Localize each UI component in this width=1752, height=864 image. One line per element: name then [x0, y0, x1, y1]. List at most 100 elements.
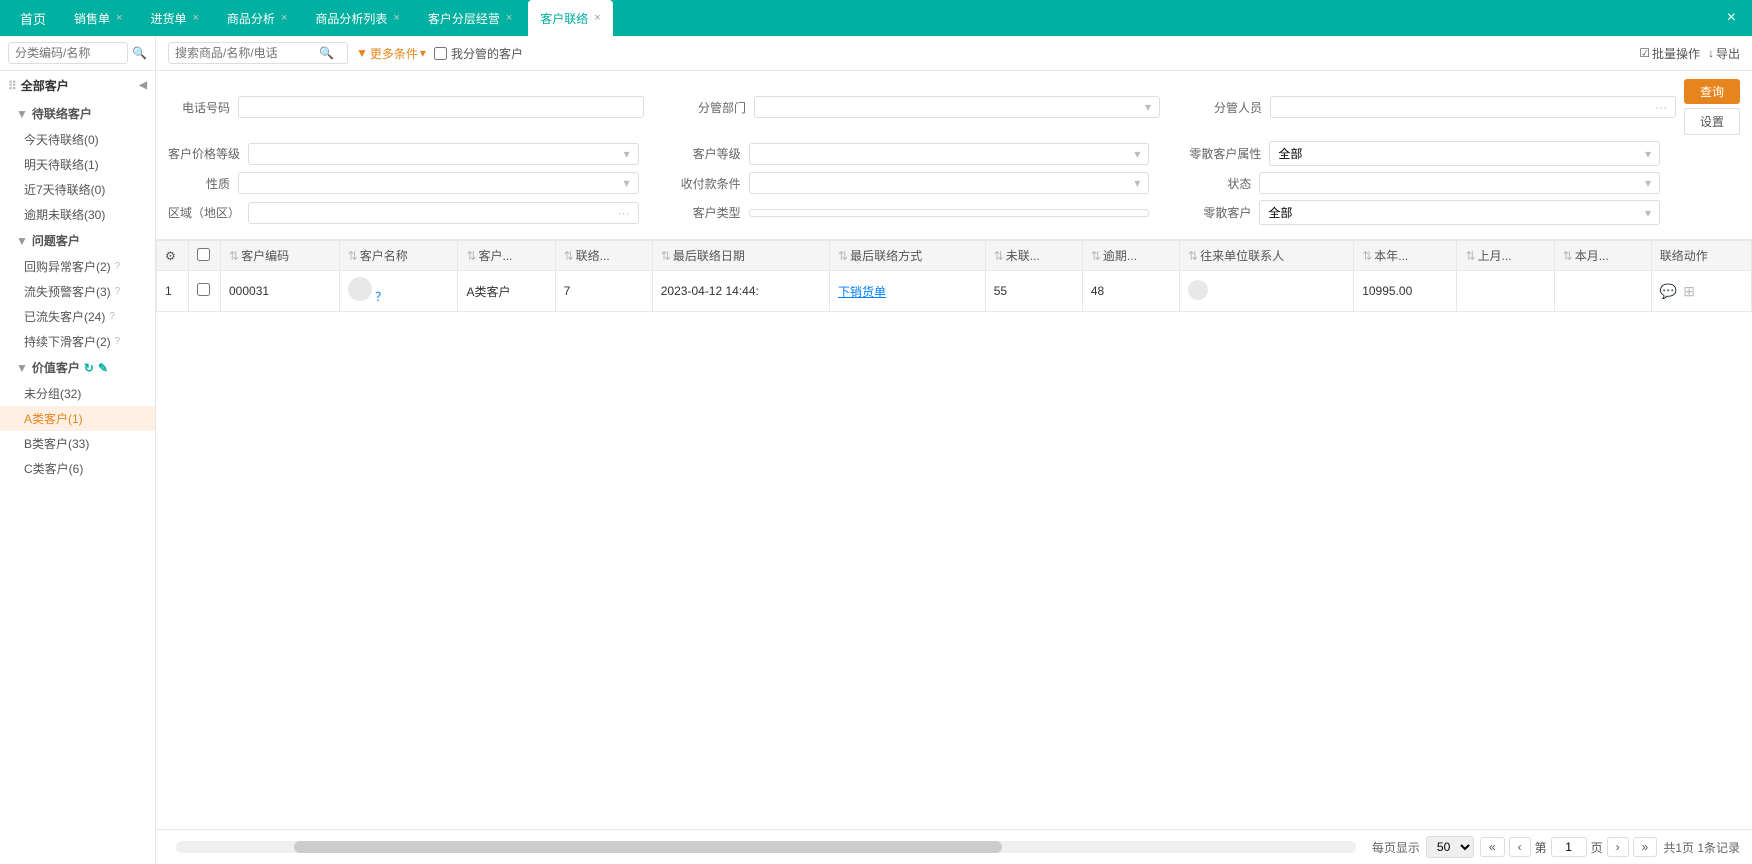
price-level-field: 客户价格等级 ▾: [168, 143, 639, 165]
query-button[interactable]: 查询: [1684, 79, 1740, 104]
col-name[interactable]: ⇅客户名称: [339, 241, 458, 271]
sidebar-search-icon[interactable]: 🔍: [132, 46, 147, 60]
payment-select[interactable]: ▾: [749, 172, 1150, 194]
nature-select[interactable]: ▾: [238, 172, 639, 194]
col-this-year[interactable]: ⇅本年...: [1354, 241, 1457, 271]
prev-page-btn[interactable]: ‹: [1509, 837, 1531, 857]
page-size-select[interactable]: 50: [1426, 836, 1474, 858]
col-company-contact[interactable]: ⇅往来单位联系人: [1180, 241, 1354, 271]
first-page-btn[interactable]: «: [1480, 837, 1505, 857]
col-this-month[interactable]: ⇅本月...: [1554, 241, 1651, 271]
sidebar-item-overdue[interactable]: 逾期未联络(30): [0, 202, 155, 227]
horizontal-scrollbar[interactable]: [176, 841, 1356, 853]
sidebar-problem-group[interactable]: ▼ 问题客户: [0, 227, 155, 254]
col-not-contacted[interactable]: ⇅未联...: [985, 241, 1082, 271]
retail-customer-select[interactable]: 全部 ▾: [1259, 200, 1660, 225]
col-overdue[interactable]: ⇅逾期...: [1082, 241, 1179, 271]
sidebar-all-customers[interactable]: ⠿ 全部客户 ◀: [0, 71, 155, 100]
help-icon-abnormal[interactable]: ?: [115, 261, 121, 272]
adv-filter-row3: 性质 ▾ 收付款条件 ▾ 状态: [168, 172, 1740, 194]
help-icon-declining[interactable]: ?: [115, 336, 121, 347]
last-method-link[interactable]: 下销货单: [838, 285, 886, 299]
nav-tab-purchase[interactable]: 进货单 ×: [138, 0, 210, 36]
search-icon[interactable]: 🔍: [319, 46, 334, 60]
sidebar-item-declining[interactable]: 持续下滑客户(2) ?: [0, 329, 155, 354]
sidebar-item-c-class[interactable]: C类客户(6): [0, 456, 155, 481]
area-dots-icon[interactable]: ···: [618, 206, 630, 220]
person-dots-icon[interactable]: ···: [1655, 100, 1667, 114]
price-level-select[interactable]: ▾: [248, 143, 639, 165]
more-filter-btn[interactable]: ▼ 更多条件 ▾: [356, 45, 426, 62]
sidebar-item-7days[interactable]: 近7天待联络(0): [0, 177, 155, 202]
col-contact-count[interactable]: ⇅联络...: [555, 241, 652, 271]
company-contact-avatar: [1188, 280, 1208, 300]
select-all-checkbox[interactable]: [197, 248, 210, 261]
close-tab-customer-seg[interactable]: ×: [506, 12, 512, 24]
settings-col-header[interactable]: ⚙: [157, 241, 189, 271]
customer-level-select[interactable]: ▾: [749, 143, 1150, 165]
sidebar: 🔍 ⠿ 全部客户 ◀ ▼ 待联络客户 今天待联络(0) 明天待联络(1) 近7天…: [0, 36, 156, 864]
status-select[interactable]: ▾: [1259, 172, 1660, 194]
my-customers-checkbox[interactable]: [434, 47, 447, 60]
area-select[interactable]: ···: [248, 202, 639, 224]
col-code[interactable]: ⇅客户编码: [221, 241, 340, 271]
close-tab-product-analysis[interactable]: ×: [281, 12, 287, 24]
table-area: ⚙ ⇅客户编码 ⇅客户名称 ⇅客户... ⇅联络... ⇅最后联络日期 ⇅最后联…: [156, 240, 1752, 829]
sidebar-item-b-class[interactable]: B类客户(33): [0, 431, 155, 456]
row-this-year: 10995.00: [1354, 271, 1457, 312]
row-actions: 💬 ⊞: [1651, 271, 1751, 312]
dept-select[interactable]: ▾: [754, 96, 1160, 118]
batch-ops-btn[interactable]: ☑ 批量操作: [1639, 45, 1700, 62]
sidebar-pending-group[interactable]: ▼ 待联络客户: [0, 100, 155, 127]
nav-tab-customer-contact[interactable]: 客户联络 ×: [528, 0, 612, 36]
status-chevron-icon: ▾: [1645, 176, 1651, 190]
col-customer-type[interactable]: ⇅客户...: [458, 241, 555, 271]
close-tab-customer-contact[interactable]: ×: [594, 12, 600, 24]
help-icon-churn-warning[interactable]: ?: [115, 286, 121, 297]
export-btn[interactable]: ↓ 导出: [1708, 45, 1740, 62]
nav-tab-customer-seg[interactable]: 客户分层经营 ×: [416, 0, 524, 36]
bottom-bar: 每页显示 50 « ‹ 第 页 › » 共1页 1条记录: [156, 829, 1752, 864]
close-tab-product-list[interactable]: ×: [393, 12, 399, 24]
sort-icon-last-date: ⇅: [661, 249, 671, 263]
status-field: 状态 ▾: [1189, 172, 1660, 194]
filter-actions: 查询 设置: [1676, 79, 1740, 135]
close-tab-sales[interactable]: ×: [116, 12, 122, 24]
value-refresh-icon[interactable]: ↻: [84, 361, 94, 375]
row-overdue: 48: [1082, 271, 1179, 312]
col-last-method[interactable]: ⇅最后联络方式: [830, 241, 986, 271]
row-checkbox[interactable]: [197, 283, 210, 296]
customer-type-select[interactable]: [749, 209, 1150, 217]
sidebar-search-input[interactable]: [8, 42, 128, 64]
grid-action-icon[interactable]: ⊞: [1683, 283, 1695, 300]
nav-tab-product-analysis[interactable]: 商品分析 ×: [215, 0, 299, 36]
last-page-btn[interactable]: »: [1633, 837, 1658, 857]
scrollbar-thumb[interactable]: [294, 841, 1002, 853]
sidebar-item-a-class[interactable]: A类客户(1): [0, 406, 155, 431]
sidebar-item-unclassified[interactable]: 未分组(32): [0, 381, 155, 406]
nav-home[interactable]: 首页: [8, 0, 58, 36]
sidebar-value-group[interactable]: ▼ 价值客户 ↻ ✎: [0, 354, 155, 381]
value-edit-icon[interactable]: ✎: [98, 361, 108, 375]
settings-button[interactable]: 设置: [1684, 108, 1740, 135]
person-select[interactable]: ···: [1270, 96, 1676, 118]
col-last-month[interactable]: ⇅上月...: [1457, 241, 1554, 271]
help-icon-churned[interactable]: ?: [109, 311, 115, 322]
nav-tab-sales[interactable]: 销售单 ×: [62, 0, 134, 36]
page-number-input[interactable]: [1551, 837, 1587, 857]
chat-action-icon[interactable]: 💬: [1660, 283, 1677, 300]
retail-attr-select[interactable]: 全部 ▾: [1269, 141, 1660, 166]
sidebar-item-churned[interactable]: 已流失客户(24) ?: [0, 304, 155, 329]
customer-level-chevron-icon: ▾: [1134, 147, 1140, 161]
col-last-date[interactable]: ⇅最后联络日期: [652, 241, 829, 271]
close-all-tabs[interactable]: ×: [1719, 9, 1744, 27]
sidebar-item-abnormal[interactable]: 回购异常客户(2) ?: [0, 254, 155, 279]
sidebar-item-churn-warning[interactable]: 流失预警客户(3) ?: [0, 279, 155, 304]
phone-input[interactable]: [238, 96, 644, 118]
next-page-btn[interactable]: ›: [1607, 837, 1629, 857]
sidebar-item-today[interactable]: 今天待联络(0): [0, 127, 155, 152]
search-input[interactable]: [175, 46, 315, 60]
sidebar-item-tomorrow[interactable]: 明天待联络(1): [0, 152, 155, 177]
close-tab-purchase[interactable]: ×: [192, 12, 198, 24]
nav-tab-product-list[interactable]: 商品分析列表 ×: [303, 0, 411, 36]
